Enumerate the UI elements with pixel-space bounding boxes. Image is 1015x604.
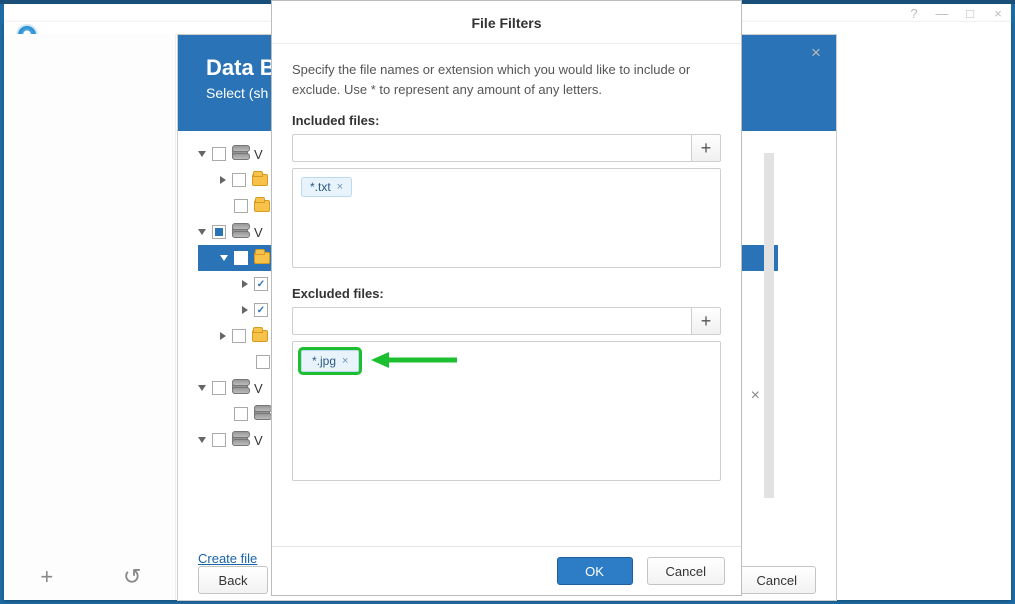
back-button[interactable]: Back xyxy=(198,566,268,594)
folder-icon xyxy=(254,200,270,212)
checkbox[interactable] xyxy=(212,225,226,239)
expand-toggle-icon[interactable] xyxy=(198,151,206,157)
tree-item-label: V xyxy=(254,147,263,162)
tree-scrollbar[interactable] xyxy=(764,153,774,498)
checkbox[interactable] xyxy=(232,173,246,187)
filter-tag-text: *.jpg xyxy=(312,354,336,368)
checkbox[interactable] xyxy=(212,381,226,395)
expand-toggle-icon[interactable] xyxy=(220,176,226,184)
os-window-controls: ? — □ × xyxy=(907,6,1005,21)
remove-tag-icon[interactable]: × xyxy=(342,355,348,367)
minimize-icon[interactable]: — xyxy=(935,6,949,21)
folder-icon xyxy=(252,174,268,186)
modal-footer: OK Cancel xyxy=(272,546,741,595)
checkbox[interactable] xyxy=(234,251,248,265)
wizard-cancel-button[interactable]: Cancel xyxy=(738,566,816,594)
close-icon[interactable]: × xyxy=(991,6,1005,21)
checkbox[interactable] xyxy=(254,277,268,291)
annotation-arrow-icon xyxy=(371,350,457,370)
database-icon xyxy=(254,408,270,420)
remove-tag-icon[interactable]: × xyxy=(337,181,343,193)
database-icon xyxy=(232,382,248,394)
expand-toggle-icon[interactable] xyxy=(220,332,226,340)
folder-icon xyxy=(254,252,270,264)
excluded-files-label: Excluded files: xyxy=(292,286,721,301)
included-files-label: Included files: xyxy=(292,113,721,128)
checkbox[interactable] xyxy=(232,329,246,343)
checkbox[interactable] xyxy=(254,303,268,317)
panel-close-button[interactable]: × xyxy=(751,387,760,405)
create-file-filter-link[interactable]: Create file xyxy=(198,551,257,566)
expand-toggle-icon[interactable] xyxy=(198,437,206,443)
folder-icon xyxy=(252,330,268,342)
add-included-button[interactable]: + xyxy=(691,134,721,162)
checkbox[interactable] xyxy=(256,355,270,369)
filter-tag-text: *.txt xyxy=(310,180,331,194)
add-excluded-button[interactable]: + xyxy=(691,307,721,335)
expand-toggle-icon[interactable] xyxy=(198,385,206,391)
wizard-close-button[interactable]: × xyxy=(806,43,826,63)
excluded-files-input[interactable] xyxy=(292,307,691,335)
expand-toggle-icon[interactable] xyxy=(220,255,228,261)
checkbox[interactable] xyxy=(234,199,248,213)
database-icon xyxy=(232,226,248,238)
filter-tag: *.txt × xyxy=(301,177,352,197)
add-task-button[interactable]: + xyxy=(27,564,67,590)
file-filters-modal: File Filters Specify the file names or e… xyxy=(271,0,742,596)
checkbox[interactable] xyxy=(212,147,226,161)
help-icon[interactable]: ? xyxy=(907,6,921,21)
tree-item-label: V xyxy=(254,433,263,448)
expand-toggle-icon[interactable] xyxy=(198,229,206,235)
modal-title: File Filters xyxy=(272,1,741,44)
database-icon xyxy=(232,148,248,160)
app-sidebar: + ↺ xyxy=(4,34,176,600)
modal-cancel-button[interactable]: Cancel xyxy=(647,557,725,585)
checkbox[interactable] xyxy=(212,433,226,447)
modal-description: Specify the file names or extension whic… xyxy=(292,60,721,99)
excluded-files-box: *.jpg × xyxy=(292,341,721,481)
expand-toggle-icon[interactable] xyxy=(242,280,248,288)
included-files-input[interactable] xyxy=(292,134,691,162)
included-files-box: *.txt × xyxy=(292,168,721,268)
maximize-icon[interactable]: □ xyxy=(963,6,977,21)
expand-toggle-icon[interactable] xyxy=(242,306,248,314)
checkbox[interactable] xyxy=(234,407,248,421)
tree-item-label: V xyxy=(254,381,263,396)
history-button[interactable]: ↺ xyxy=(112,564,152,590)
database-icon xyxy=(232,434,248,446)
filter-tag: *.jpg × xyxy=(301,350,359,372)
tree-item-label: V xyxy=(254,225,263,240)
ok-button[interactable]: OK xyxy=(557,557,633,585)
